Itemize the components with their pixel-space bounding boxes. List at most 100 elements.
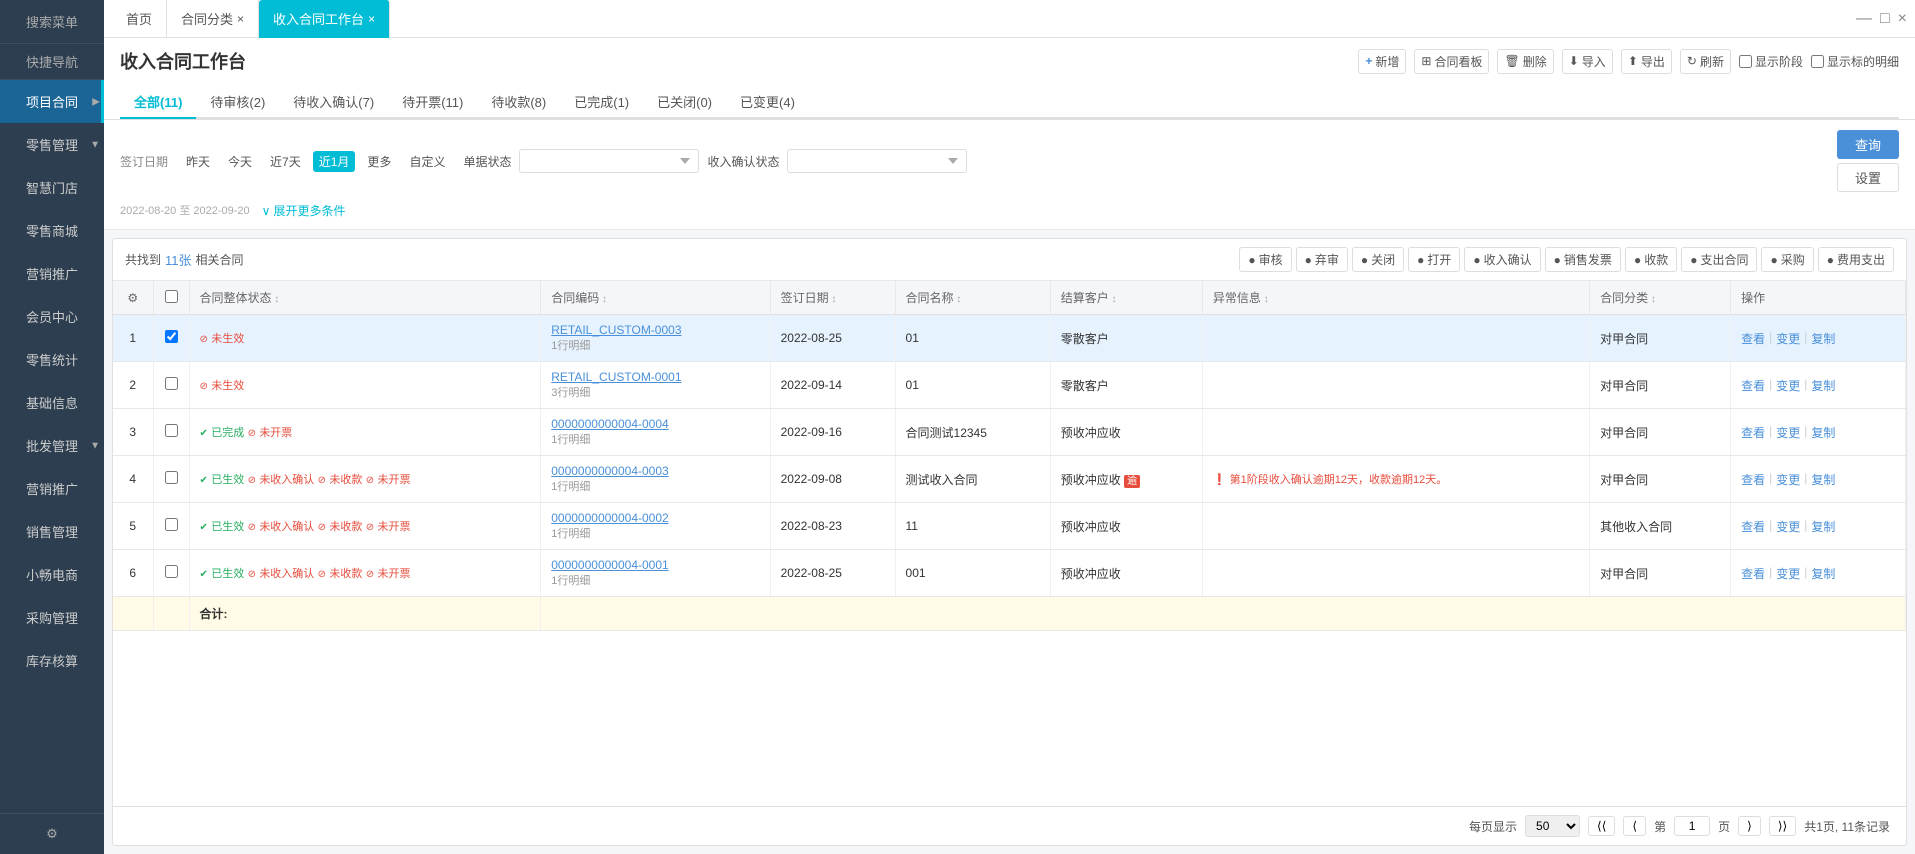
tab-income-contract[interactable]: 收入合同工作台 × (259, 0, 390, 38)
copy-link[interactable]: 复制 (1811, 330, 1835, 347)
tab-contract-category[interactable]: 合同分类 × (167, 0, 259, 38)
first-page-button[interactable]: ⟨⟨ (1588, 816, 1615, 836)
export-button[interactable]: ⬆ 导出 (1621, 49, 1672, 74)
date-btn-custom[interactable]: 自定义 (403, 151, 451, 172)
next-page-button[interactable]: ⟩ (1738, 816, 1761, 836)
view-link[interactable]: 查看 (1741, 518, 1765, 535)
change-link[interactable]: 变更 (1776, 424, 1800, 441)
copy-link[interactable]: 复制 (1811, 471, 1835, 488)
date-btn-today[interactable]: 今天 (222, 151, 258, 172)
purchase-button[interactable]: ● 采购 (1761, 247, 1813, 272)
col-category[interactable]: 合同分类 (1590, 281, 1731, 315)
query-button[interactable]: 查询 (1837, 130, 1899, 159)
delete-button[interactable]: 🗑 删除 (1497, 49, 1553, 74)
row-checkbox[interactable] (165, 518, 178, 531)
sidebar-item-purchase-mgmt[interactable]: 采购管理 (0, 596, 104, 639)
change-link[interactable]: 变更 (1776, 330, 1800, 347)
sidebar-item-base-info[interactable]: 基础信息 (0, 381, 104, 424)
sub-tab-pending-payment[interactable]: 待收款(8) (477, 86, 560, 119)
review-button[interactable]: ● 审核 (1239, 247, 1291, 272)
row-checkbox-cell[interactable] (153, 550, 189, 597)
view-link[interactable]: 查看 (1741, 377, 1765, 394)
sidebar-search[interactable]: 搜索菜单 (0, 0, 104, 44)
set-button[interactable]: 设置 (1837, 163, 1899, 192)
expense-contract-button[interactable]: ● 支出合同 (1681, 247, 1757, 272)
contract-code-link[interactable]: RETAIL_CUSTOM-0001 (551, 370, 681, 384)
sidebar-item-member-center[interactable]: 会员中心 (0, 295, 104, 338)
sub-tab-closed[interactable]: 已关闭(0) (643, 86, 726, 119)
date-btn-1month[interactable]: 近1月 (313, 151, 356, 172)
settings-icon[interactable]: ⚙ (0, 813, 104, 854)
page-size-select[interactable]: 50 20 100 (1525, 815, 1580, 837)
page-input[interactable] (1674, 816, 1710, 836)
abandon-review-button[interactable]: ● 弃审 (1296, 247, 1348, 272)
close-button[interactable]: ● 关闭 (1352, 247, 1404, 272)
select-all-checkbox[interactable] (165, 290, 178, 303)
sidebar-item-wholesale-mgmt[interactable]: 批发管理 ▼ (0, 424, 104, 467)
tab-close-contract-category[interactable]: × (237, 12, 244, 26)
contract-code-link[interactable]: 0000000000004-0003 (551, 464, 668, 478)
refresh-button[interactable]: ↻ 刷新 (1680, 49, 1731, 74)
copy-link[interactable]: 复制 (1811, 518, 1835, 535)
contract-code-link[interactable]: 0000000000004-0002 (551, 511, 668, 525)
sidebar-item-sales-mgmt[interactable]: 销售管理 (0, 510, 104, 553)
sidebar-item-inventory[interactable]: 库存核算 (0, 639, 104, 682)
row-checkbox-cell[interactable] (153, 456, 189, 503)
row-checkbox[interactable] (165, 424, 178, 437)
col-sign-date[interactable]: 签订日期 (770, 281, 895, 315)
row-checkbox[interactable] (165, 330, 178, 343)
tab-close-income-contract[interactable]: × (368, 12, 375, 26)
change-link[interactable]: 变更 (1776, 471, 1800, 488)
col-name[interactable]: 合同名称 (895, 281, 1050, 315)
contract-code-link[interactable]: 0000000000004-0001 (551, 558, 668, 572)
sidebar-item-smart-store[interactable]: 智慧门店 (0, 166, 104, 209)
change-link[interactable]: 变更 (1776, 518, 1800, 535)
row-checkbox-cell[interactable] (153, 409, 189, 456)
view-link[interactable]: 查看 (1741, 424, 1765, 441)
sales-invoice-button[interactable]: ● 销售发票 (1545, 247, 1621, 272)
show-fields-checkbox[interactable]: 显示阶段 (1739, 53, 1803, 70)
view-link[interactable]: 查看 (1741, 565, 1765, 582)
doc-status-select[interactable] (519, 149, 699, 173)
row-checkbox-cell[interactable] (153, 362, 189, 409)
sub-tab-completed[interactable]: 已完成(1) (560, 86, 643, 119)
sidebar-item-marketing[interactable]: 营销推广 (0, 252, 104, 295)
copy-link[interactable]: 复制 (1811, 565, 1835, 582)
prev-page-button[interactable]: ⟨ (1623, 816, 1646, 836)
view-link[interactable]: 查看 (1741, 330, 1765, 347)
show-detail-checkbox[interactable]: 显示标的明细 (1811, 53, 1899, 70)
maximize-button[interactable]: □ (1880, 10, 1890, 28)
sub-tab-all[interactable]: 全部(11) (120, 86, 196, 119)
change-link[interactable]: 变更 (1776, 565, 1800, 582)
expense-output-button[interactable]: ● 费用支出 (1818, 247, 1894, 272)
sidebar-item-marketing2[interactable]: 营销推广 (0, 467, 104, 510)
minimize-button[interactable]: — (1856, 10, 1872, 28)
col-exception[interactable]: 异常信息 (1202, 281, 1589, 315)
col-check[interactable] (153, 281, 189, 315)
sub-tab-pending-confirm[interactable]: 待收入确认(7) (279, 86, 388, 119)
close-window-button[interactable]: × (1898, 10, 1907, 28)
sidebar-item-retail-mgmt[interactable]: 零售管理 ▼ (0, 123, 104, 166)
tab-home[interactable]: 首页 (112, 0, 167, 38)
date-btn-yesterday[interactable]: 昨天 (180, 151, 216, 172)
row-checkbox[interactable] (165, 565, 178, 578)
change-link[interactable]: 变更 (1776, 377, 1800, 394)
copy-link[interactable]: 复制 (1811, 424, 1835, 441)
last-page-button[interactable]: ⟩⟩ (1769, 816, 1796, 836)
income-confirm-button[interactable]: ● 收入确认 (1464, 247, 1540, 272)
row-checkbox[interactable] (165, 377, 178, 390)
sub-tab-pending-invoice[interactable]: 待开票(11) (388, 86, 477, 119)
row-checkbox[interactable] (165, 471, 178, 484)
add-button[interactable]: + 新增 (1358, 49, 1406, 74)
view-link[interactable]: 查看 (1741, 471, 1765, 488)
col-code[interactable]: 合同编码 (541, 281, 770, 315)
col-settings[interactable]: ⚙ (113, 281, 153, 315)
expand-filter-button[interactable]: ∨ 展开更多条件 (262, 202, 346, 219)
contract-code-link[interactable]: 0000000000004-0004 (551, 417, 668, 431)
sidebar-item-xiaochange[interactable]: 小畅电商 (0, 553, 104, 596)
contract-board-button[interactable]: ⊞ 合同看板 (1414, 49, 1489, 74)
date-btn-more[interactable]: 更多 (361, 151, 397, 172)
col-customer[interactable]: 结算客户 (1050, 281, 1202, 315)
sub-tab-changed[interactable]: 已变更(4) (726, 86, 809, 119)
col-status[interactable]: 合同整体状态 (189, 281, 541, 315)
